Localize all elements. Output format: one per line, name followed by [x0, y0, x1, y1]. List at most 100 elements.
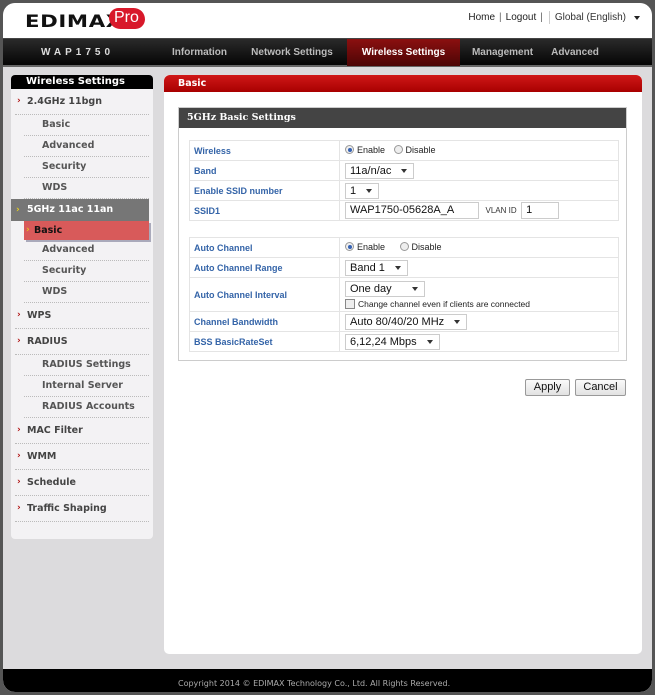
sidebar-item-radius-settings[interactable]: RADIUS Settings [24, 355, 149, 376]
sidebar-item-wps[interactable]: › WPS [15, 303, 149, 329]
sidebar-item-5ghz-11ac-11an[interactable]: › 5GHz 11ac 11an [11, 199, 149, 221]
chevron-right-icon: › [17, 96, 21, 106]
sidebar-item-label: WDS [42, 286, 68, 297]
chevron-down-icon [634, 15, 640, 20]
chevron-right-icon: › [17, 477, 21, 487]
sidebar-item-traffic-shaping[interactable]: › Traffic Shaping [15, 496, 149, 522]
nav-network-settings[interactable]: Network Settings [243, 39, 341, 66]
wireless-disable-radio[interactable]: Disable [393, 145, 436, 155]
sidebar-item-advanced[interactable]: Advanced [24, 136, 149, 157]
chevron-right-icon: › [17, 451, 21, 461]
sidebar-title: Wireless Settings [11, 75, 153, 89]
change-channel-checkbox[interactable]: Change channel even if clients are conne… [345, 298, 618, 309]
chevron-down-icon [401, 168, 408, 173]
nav-wireless-settings[interactable]: Wireless Settings [347, 39, 460, 66]
panel-title: 5GHz Basic Settings [179, 108, 626, 128]
auto-channel-disable-radio[interactable]: Disable [399, 242, 442, 252]
vlan-id-input[interactable]: 1 [521, 202, 560, 219]
logout-link[interactable]: Logout [506, 12, 537, 23]
sidebar-item-label: Advanced [42, 244, 95, 255]
sidebar-item-label: Schedule [27, 477, 76, 488]
ssid1-label: SSID1 [189, 200, 340, 221]
basic-settings-table: Wireless Enable Disable Band 11a/n/ac En… [189, 140, 619, 221]
radio-unchecked-icon [399, 242, 409, 252]
ssid-number-label: Enable SSID number [189, 180, 340, 201]
logo-text: EDIMAX [25, 12, 123, 32]
nav-management[interactable]: Management [465, 39, 540, 66]
radio-checked-icon [345, 242, 354, 252]
nav-information[interactable]: Information [163, 39, 236, 66]
chevron-right-icon: › [17, 336, 21, 346]
device-model: WAP1750 [41, 47, 115, 58]
channel-bandwidth-select[interactable]: Auto 80/40/20 MHz [345, 313, 468, 330]
nav-advanced[interactable]: Advanced [545, 39, 605, 66]
cancel-button[interactable]: Cancel [575, 379, 626, 396]
ssid1-input[interactable]: WAP1750-05628A_A [345, 202, 479, 219]
row-auto-channel-range: Auto Channel Range Band 1 [189, 257, 619, 278]
auto-channel-interval-label: Auto Channel Interval [189, 277, 340, 312]
wireless-enable-radio[interactable]: Enable [345, 145, 385, 155]
row-auto-channel: Auto Channel Enable Disable [189, 237, 619, 258]
sidebar-item-basic[interactable]: Basic [24, 115, 149, 136]
sidebar-item-label: WPS [27, 310, 52, 321]
edimax-logo: EDIMAX Pro [25, 8, 145, 34]
chevron-right-icon: › [26, 225, 30, 235]
chevron-right-icon: › [17, 503, 21, 513]
chevron-down-icon [366, 188, 373, 193]
language-select[interactable]: Global (English) [548, 11, 644, 24]
content-area: Basic 5GHz Basic Settings Wireless Enabl… [164, 75, 642, 654]
sidebar: Wireless Settings › 2.4GHz 11bgn Basic Adva… [11, 75, 153, 539]
row-wireless: Wireless Enable Disable [189, 140, 619, 161]
auto-channel-range-label: Auto Channel Range [189, 257, 340, 278]
sidebar-item-radius[interactable]: › RADIUS [15, 329, 149, 355]
sidebar-item-label: Security [42, 161, 87, 172]
sidebar-item-label: Basic [42, 119, 71, 130]
chevron-right-icon: › [17, 310, 21, 320]
footer-copyright: Copyright 2014 © EDIMAX Technology Co., … [3, 669, 652, 692]
home-link[interactable]: Home [468, 12, 495, 23]
sidebar-item-schedule[interactable]: › Schedule [15, 470, 149, 496]
band-select[interactable]: 11a/n/ac [345, 162, 415, 179]
sidebar-item-wds[interactable]: WDS [24, 282, 149, 303]
sidebar-item-security[interactable]: Security [24, 261, 149, 282]
sidebar-item-advanced[interactable]: Advanced [24, 240, 149, 261]
auto-channel-label: Auto Channel [189, 237, 340, 258]
sidebar-item-2-4ghz-11bgn[interactable]: › 2.4GHz 11bgn [15, 89, 149, 115]
sidebar-item-wds[interactable]: WDS [24, 178, 149, 199]
channel-bandwidth-label: Channel Bandwidth [189, 311, 340, 332]
auto-channel-range-select[interactable]: Band 1 [345, 259, 408, 276]
sidebar-list: › 2.4GHz 11bgn Basic Advanced Security WDS › 5G… [11, 89, 153, 522]
sidebar-item-radius-accounts[interactable]: RADIUS Accounts [24, 397, 149, 418]
chevron-right-icon: › [17, 425, 21, 435]
page-title: Basic [164, 75, 642, 92]
sidebar-item-label: Basic [34, 225, 63, 236]
row-ssid1: SSID1 WAP1750-05628A_A VLAN ID 1 [189, 200, 619, 221]
sidebar-item-label: Internal Server [42, 380, 123, 391]
separator: | [540, 12, 543, 23]
row-bss-basic-rate: BSS BasicRateSet 6,12,24 Mbps [189, 331, 619, 352]
sidebar-item-mac-filter[interactable]: › MAC Filter [15, 418, 149, 444]
sidebar-item-security[interactable]: Security [24, 157, 149, 178]
apply-button[interactable]: Apply [525, 379, 570, 396]
ssid-number-select[interactable]: 1 [345, 182, 380, 199]
top-header: EDIMAX Pro Home | Logout | Global (Engli… [3, 3, 652, 38]
sidebar-item-basic[interactable]: › Basic [24, 221, 149, 240]
chevron-down-icon [454, 319, 461, 324]
channel-settings-table: Auto Channel Enable Disable Auto Channel… [189, 237, 619, 352]
sidebar-item-label: 2.4GHz 11bgn [27, 96, 102, 107]
radio-unchecked-icon [393, 145, 403, 155]
sidebar-item-wmm[interactable]: › WMM [15, 444, 149, 470]
band-label: Band [189, 160, 340, 181]
sidebar-item-label: RADIUS Settings [42, 359, 131, 370]
auto-channel-enable-radio[interactable]: Enable [345, 242, 385, 252]
auto-channel-interval-select[interactable]: One day [345, 280, 425, 297]
logo-pro-badge: Pro [109, 8, 145, 29]
bss-basic-rate-select[interactable]: 6,12,24 Mbps [345, 333, 440, 350]
chevron-right-icon: › [16, 205, 20, 215]
sidebar-item-label: MAC Filter [27, 425, 83, 436]
chevron-down-icon [394, 265, 401, 270]
sidebar-item-internal-server[interactable]: Internal Server [24, 376, 149, 397]
row-band: Band 11a/n/ac [189, 160, 619, 181]
bss-basic-rate-label: BSS BasicRateSet [189, 331, 340, 352]
language-value: Global (English) [554, 12, 626, 23]
